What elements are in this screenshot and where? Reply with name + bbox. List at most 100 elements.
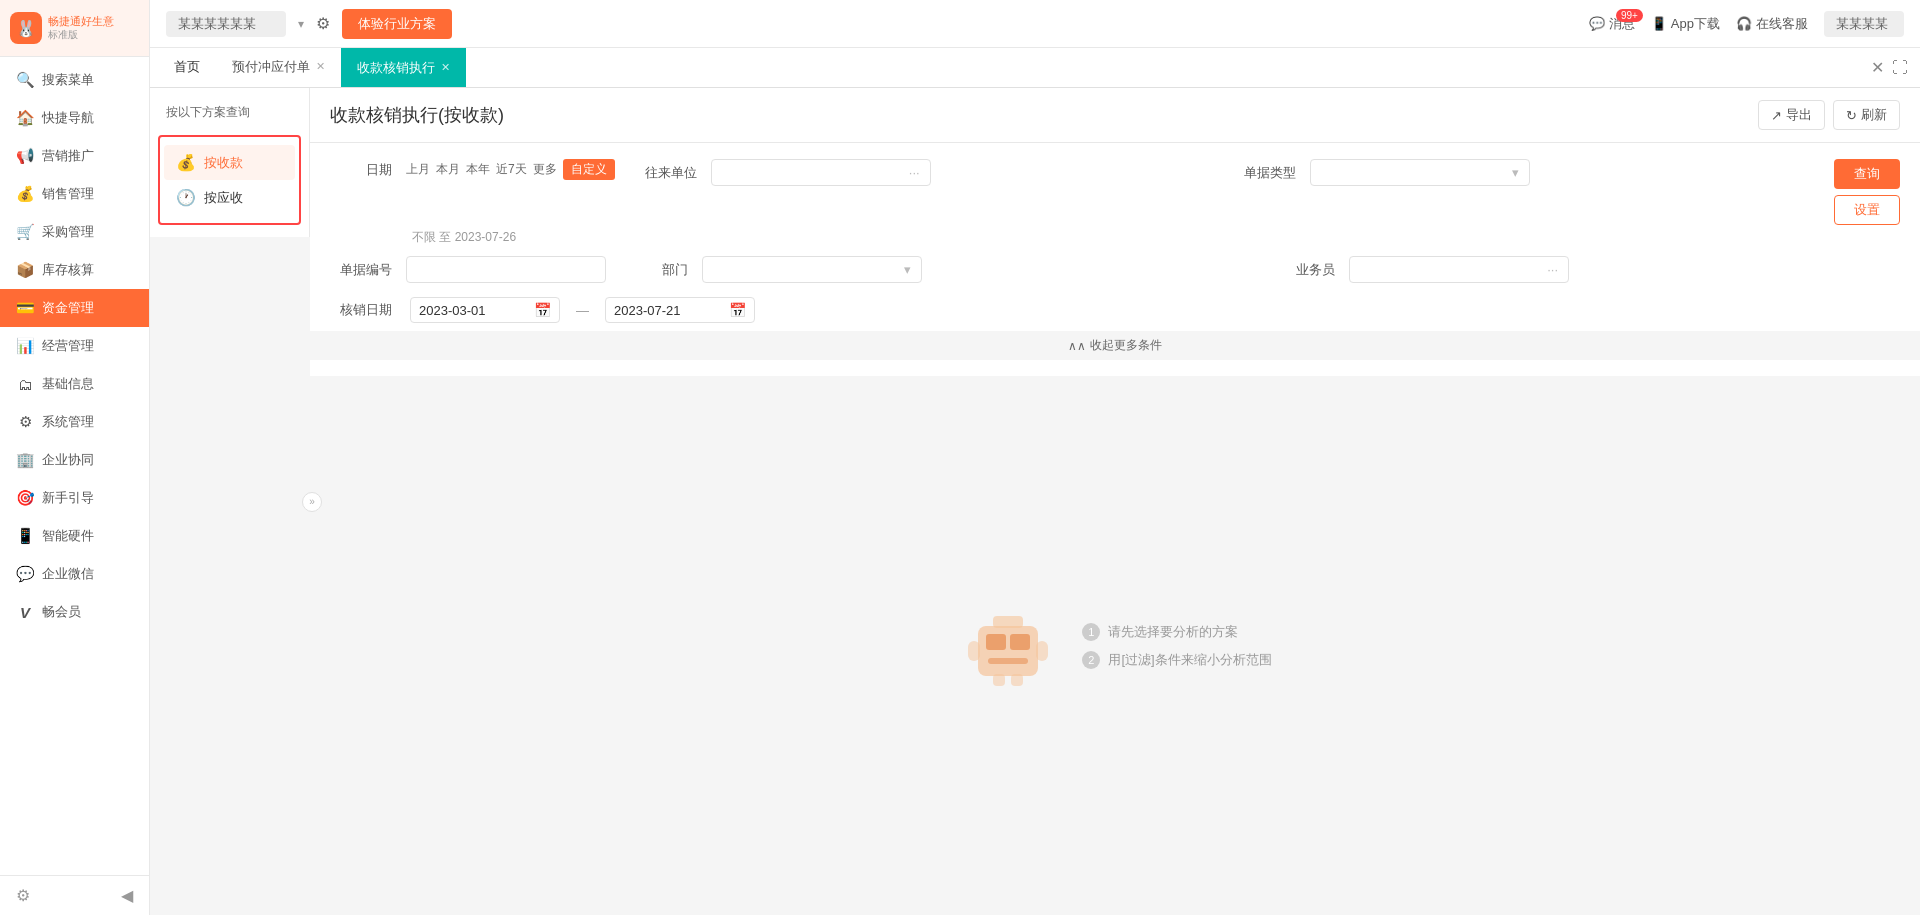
topbar-message-button[interactable]: 💬 消息 99+ [1589,15,1635,33]
order-type-select[interactable]: ▾ [1310,159,1530,186]
search-form: 日期 上月 本月 本年 近7天 更多 自定义 往来单位 · [310,143,1920,376]
collapse-sidebar-icon[interactable]: ◀ [121,886,133,905]
tip-num-2: 2 [1082,651,1100,669]
tab-receipt-close-icon[interactable]: ✕ [441,61,450,74]
date-this-month[interactable]: 本月 [436,161,460,178]
counterparty-label: 往来单位 [635,164,705,182]
sidebar-item-quick-nav[interactable]: 🏠快捷导航 [0,99,149,137]
order-no-label: 单据编号 [330,261,400,279]
filter-panel-wrap: 按以下方案查询 💰 按收款 🕐 按应收 » [150,88,310,915]
sidebar-label-basic: 基础信息 [42,375,94,393]
sidebar-item-sales[interactable]: 💰销售管理 [0,175,149,213]
wechat-icon: 💬 [16,565,34,583]
sidebar-item-biz[interactable]: 📊经营管理 [0,327,149,365]
settings-button[interactable]: 设置 [1834,195,1900,225]
home-icon: 🏠 [16,109,34,127]
sidebar-item-finance[interactable]: 💳资金管理 [0,289,149,327]
basic-icon: 🗂 [16,376,34,393]
topbar-chevron-icon[interactable]: ▾ [298,17,304,31]
app-label: App下载 [1671,15,1720,33]
collapse-label: 收起更多条件 [1090,337,1162,354]
tab-receipt-offset[interactable]: 收款核销执行 ✕ [341,48,466,87]
industry-solution-button[interactable]: 体验行业方案 [342,9,452,39]
topbar-service-button[interactable]: 🎧 在线客服 [1736,15,1808,33]
sidebar-item-marketing[interactable]: 📢 营销推广 [0,137,149,175]
sidebar-item-purchase[interactable]: 🛒采购管理 [0,213,149,251]
date-7days[interactable]: 近7天 [496,161,527,178]
sidebar-item-member[interactable]: V畅会员 [0,593,149,631]
verify-date-end-input[interactable]: 2023-07-21 📅 [605,297,755,323]
tab-home[interactable]: 首页 [158,48,216,87]
svg-rect-1 [986,634,1006,650]
sidebar-item-wechat[interactable]: 💬企业微信 [0,555,149,593]
calendar-start-icon[interactable]: 📅 [534,302,551,318]
salesperson-dots-icon: ··· [1547,262,1558,277]
filter-panel-collapse-button[interactable]: » [302,492,322,512]
dept-select[interactable]: ▾ [702,256,922,283]
by-receivable-label: 按应收 [204,189,243,207]
date-this-year[interactable]: 本年 [466,161,490,178]
sidebar-item-basic[interactable]: 🗂 基础信息 [0,365,149,403]
svg-rect-0 [978,626,1038,676]
export-button[interactable]: ↗ 导出 [1758,100,1825,130]
sidebar-label-inventory: 库存核算 [42,261,94,279]
dept-label: 部门 [626,261,696,279]
collapse-more-button[interactable]: ∧∧ 收起更多条件 [310,331,1920,360]
settings-footer-icon[interactable]: ⚙ [16,886,30,905]
sidebar-item-search-menu[interactable]: 🔍搜索菜单 [0,61,149,99]
purchase-icon: 🛒 [16,223,34,241]
date-custom-badge[interactable]: 自定义 [563,159,615,180]
verify-date-label: 核销日期 [330,301,400,319]
topbar-user: 某某某某 [1824,11,1904,37]
refresh-button[interactable]: ↻ 刷新 [1833,100,1900,130]
sidebar-item-inventory[interactable]: 📦库存核算 [0,251,149,289]
tab-prepay-offset[interactable]: 预付冲应付单 ✕ [216,48,341,87]
counterparty-select[interactable]: ··· [711,159,931,186]
topbar-app-download-button[interactable]: 📱 App下载 [1651,15,1720,33]
topbar-gear-icon[interactable]: ⚙ [316,14,330,33]
verify-date-end-value: 2023-07-21 [614,303,681,318]
filter-option-by-receipt[interactable]: 💰 按收款 [164,145,295,180]
sidebar-logo: 🐰 畅捷通好生意 标准版 [0,0,149,57]
query-button[interactable]: 查询 [1834,159,1900,189]
guide-icon: 🎯 [16,489,34,507]
date-shortcuts: 上月 本月 本年 近7天 更多 自定义 [406,159,615,180]
page-title: 收款核销执行(按收款) [330,103,504,127]
calendar-end-icon[interactable]: 📅 [729,302,746,318]
close-tab-icon[interactable]: ✕ [1871,58,1884,77]
topbar-right: 💬 消息 99+ 📱 App下载 🎧 在线客服 某某某某 [1589,11,1904,37]
system-icon: ⚙ [16,413,34,431]
by-receipt-label: 按收款 [204,154,243,172]
content-area: 按以下方案查询 💰 按收款 🕐 按应收 » 收款核销 [150,88,1920,915]
svg-rect-3 [988,658,1028,664]
order-no-input[interactable] [406,256,606,283]
tab-home-label: 首页 [174,58,200,76]
expand-tab-icon[interactable]: ⛶ [1892,59,1908,77]
right-content: 收款核销执行(按收款) ↗ 导出 ↻ 刷新 [310,88,1920,915]
sidebar-label-marketing: 营销推广 [42,147,94,165]
sidebar-label-system: 系统管理 [42,413,94,431]
topbar-brand: 某某某某某某 [166,11,286,37]
empty-tips: 1 请先选择要分析的方案 2 用[过滤]条件来缩小分析范围 [1082,623,1271,669]
sidebar-label-enterprise: 企业协同 [42,451,94,469]
svg-rect-7 [993,674,1005,686]
export-icon: ↗ [1771,108,1782,123]
page-title-row: 收款核销执行(按收款) ↗ 导出 ↻ 刷新 [330,100,1900,130]
filter-option-by-receivable[interactable]: 🕐 按应收 [164,180,295,215]
sidebar-item-enterprise[interactable]: 🏢企业协同 [0,441,149,479]
sidebar-label-hardware: 智能硬件 [42,527,94,545]
sidebar-item-system[interactable]: ⚙ 系统管理 [0,403,149,441]
sidebar: 🐰 畅捷通好生意 标准版 🔍搜索菜单 🏠快捷导航 📢 营销推广 💰销售管理 🛒采购… [0,0,150,915]
logo-sub: 标准版 [48,28,114,42]
tab-prepay-close-icon[interactable]: ✕ [316,60,325,73]
sidebar-item-hardware[interactable]: 📱智能硬件 [0,517,149,555]
salesperson-select[interactable]: ··· [1349,256,1569,283]
marketing-icon: 📢 [16,147,34,165]
empty-tip-2: 2 用[过滤]条件来缩小分析范围 [1082,651,1271,669]
sidebar-item-guide[interactable]: 🎯新手引导 [0,479,149,517]
date-more[interactable]: 更多 [533,161,557,178]
date-last-month[interactable]: 上月 [406,161,430,178]
sidebar-label-biz: 经营管理 [42,337,94,355]
tab-receipt-offset-label: 收款核销执行 [357,59,435,77]
verify-date-start-input[interactable]: 2023-03-01 📅 [410,297,560,323]
